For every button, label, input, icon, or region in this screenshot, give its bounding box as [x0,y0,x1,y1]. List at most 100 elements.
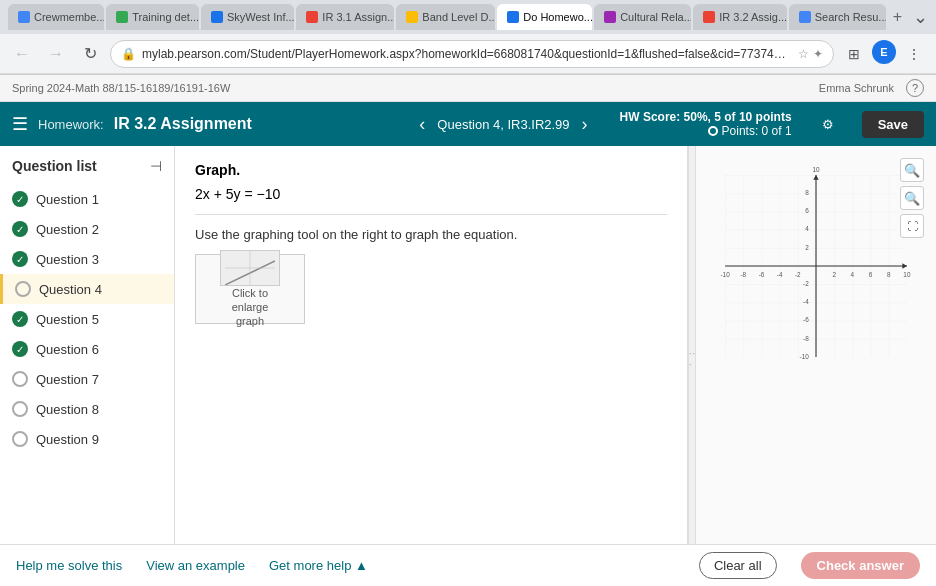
reload-button[interactable]: ↻ [76,40,104,68]
sidebar-item-q4[interactable]: Question 4 [0,274,174,304]
x-label-4: 4 [851,271,855,278]
q6-label: Question 6 [36,342,99,357]
sidebar-item-q5[interactable]: ✓ Question 5 [0,304,174,334]
zoom-out-button[interactable]: 🔍 [900,186,924,210]
y-label-neg10: -10 [800,353,810,360]
graph-thumbnail[interactable]: Click to enlarge graph [195,254,305,324]
bookmark-icon[interactable]: ☆ [798,47,809,61]
drag-handle[interactable]: · · · [688,146,696,572]
view-example-button[interactable]: View an example [146,558,245,573]
extensions-button[interactable]: ⊞ [840,40,868,68]
sidebar-item-q8[interactable]: Question 8 [0,394,174,424]
tab-label: Do Homewo... [523,11,592,23]
tab-skywest[interactable]: SkyWest Inf... ✕ [201,4,294,30]
tab-label: Search Resu... [815,11,886,23]
question-panel: Graph. 2x + 5y = −10 Use the graphing to… [175,146,688,572]
tab-cultural[interactable]: Cultural Rela... ✕ [594,4,691,30]
tab-label: IR 3.2 Assig... [719,11,787,23]
back-button[interactable]: ← [8,40,36,68]
y-label-neg8: -8 [803,335,809,342]
thumbnail-image [220,250,280,286]
save-button[interactable]: Save [862,111,924,138]
expand-button[interactable]: ⛶ [900,214,924,238]
tab-label: SkyWest Inf... [227,11,294,23]
empty-icon-q9 [12,431,28,447]
nav-bar: ← → ↻ 🔒 mylab.pearson.com/Student/Player… [0,34,936,74]
collapse-sidebar-button[interactable]: ⊣ [150,158,162,174]
app-header: ☰ Homework: IR 3.2 Assignment ‹ Question… [0,102,936,146]
y-label-neg2: -2 [803,280,809,287]
clear-all-button[interactable]: Clear all [699,552,777,579]
profile-button[interactable]: E [872,40,896,64]
q8-label: Question 8 [36,402,99,417]
prev-question-button[interactable]: ‹ [413,112,431,137]
lock-icon: 🔒 [121,47,136,61]
tab-bar: Crewmembe... ✕ Training det... ✕ SkyWest… [0,0,936,34]
tab-favicon [18,11,30,23]
settings-button[interactable]: ⚙ [812,108,844,140]
forward-button[interactable]: → [42,40,70,68]
subheader-bar: Spring 2024-Math 88/115-16189/16191-16W … [0,75,936,102]
drag-dots-icon: · · · [689,348,695,370]
active-icon-q4 [15,281,31,297]
check-icon-q2: ✓ [12,221,28,237]
main-layout: Question list ⊣ ✓ Question 1 ✓ Question … [0,146,936,572]
thumbnail-svg [225,251,275,285]
thumbnail-caption: Click to enlarge graph [232,286,269,329]
check-answer-button[interactable]: Check answer [801,552,920,579]
x-label-neg2: -2 [795,271,801,278]
question-nav: ‹ Question 4, IR3.IR2.99 › [413,112,593,137]
y-label-top: 10 [812,166,820,173]
instruction-text: Use the graphing tool on the right to gr… [195,227,667,242]
coordinate-graph[interactable]: -10 -8 -6 -4 -2 2 4 6 8 10 8 6 4 2 -2 -4… [716,166,916,366]
q5-label: Question 5 [36,312,99,327]
get-more-help-button[interactable]: Get more help ▲ [269,558,368,573]
y-label-2: 2 [805,244,809,251]
tab-homework-active[interactable]: Do Homewo... ✕ [497,4,592,30]
check-icon-q6: ✓ [12,341,28,357]
x-label-neg10: -10 [720,271,730,278]
tab-favicon [703,11,715,23]
sidebar-item-q1[interactable]: ✓ Question 1 [0,184,174,214]
star-icon[interactable]: ✦ [813,47,823,61]
points-row: Points: 0 of 1 [708,124,792,138]
menu-icon[interactable]: ☰ [12,113,28,135]
next-question-button[interactable]: › [576,112,594,137]
sidebar-item-q3[interactable]: ✓ Question 3 [0,244,174,274]
tab-band[interactable]: Band Level D... ✕ [396,4,495,30]
more-button[interactable]: ⋮ [900,40,928,68]
question-type-label: Graph. [195,162,667,178]
x-label-6: 6 [869,271,873,278]
question-label: Question 4, IR3.IR2.99 [437,117,569,132]
help-me-solve-button[interactable]: Help me solve this [16,558,122,573]
sidebar-item-q2[interactable]: ✓ Question 2 [0,214,174,244]
tab-crewmembe[interactable]: Crewmembe... ✕ [8,4,104,30]
x-label-neg8: -8 [740,271,746,278]
points-circle-icon [708,126,718,136]
tab-search[interactable]: Search Resu... ✕ [789,4,886,30]
tab-label: Training det... [132,11,199,23]
sidebar-item-q9[interactable]: Question 9 [0,424,174,454]
new-tab-button[interactable]: + [888,4,907,30]
zoom-in-button[interactable]: 🔍 [900,158,924,182]
user-name: Emma Schrunk [819,82,894,94]
tab-label: Crewmembe... [34,11,104,23]
graph-toolbar: 🔍 🔍 ⛶ [900,158,924,238]
y-label-neg4: -4 [803,298,809,305]
sidebar-item-q7[interactable]: Question 7 [0,364,174,394]
tab-ir32[interactable]: IR 3.2 Assig... ✕ [693,4,787,30]
tab-favicon [406,11,418,23]
divider [195,214,667,215]
empty-icon-q8 [12,401,28,417]
bottom-bar: Help me solve this View an example Get m… [0,544,936,586]
tab-overflow-button[interactable]: ⌄ [913,6,928,28]
tab-favicon [799,11,811,23]
tab-ir31[interactable]: IR 3.1 Assign... ✕ [296,4,394,30]
address-bar[interactable]: 🔒 mylab.pearson.com/Student/PlayerHomewo… [110,40,834,68]
help-icon[interactable]: ? [906,79,924,97]
tab-training[interactable]: Training det... ✕ [106,4,199,30]
sidebar-item-q6[interactable]: ✓ Question 6 [0,334,174,364]
course-label: Spring 2024-Math 88/115-16189/16191-16W [12,82,230,94]
graph-area: 🔍 🔍 ⛶ -10 -8 -6 -4 -2 2 4 [696,146,936,572]
tab-favicon [604,11,616,23]
